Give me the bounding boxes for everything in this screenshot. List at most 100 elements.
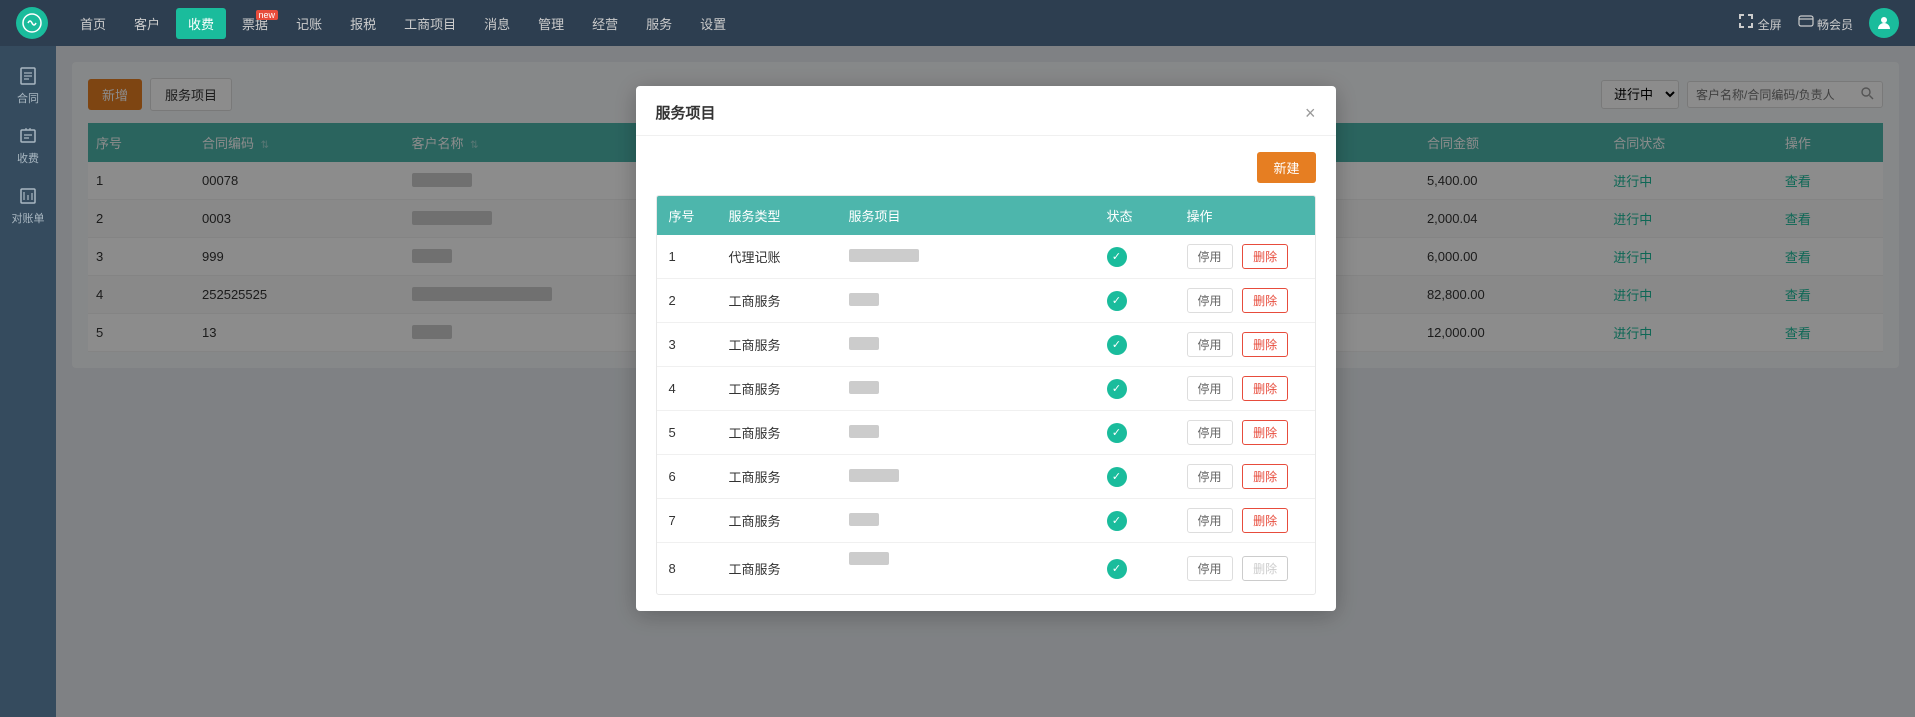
delete-btn[interactable]: 删除 <box>1242 332 1288 357</box>
sidebar-item-label: 合同 <box>17 90 39 106</box>
cell-type: 工商服务 <box>717 279 837 323</box>
cell-item: ██████1 <box>837 235 1095 279</box>
new-badge: new <box>256 10 279 20</box>
modal-toolbar: 新建 <box>656 152 1316 183</box>
cell-type: 工商服务 <box>717 499 837 543</box>
sidebar: 合同 收费 对账单 <box>0 46 56 717</box>
nav-item-customer[interactable]: 客户 <box>122 8 172 39</box>
member-btn[interactable]: 畅会员 <box>1798 13 1853 33</box>
stop-btn[interactable]: 停用 <box>1187 420 1233 445</box>
nav-item-settings[interactable]: 设置 <box>688 8 738 39</box>
cell-type: 代理记账 <box>717 235 837 279</box>
sidebar-item-statement[interactable]: 对账单 <box>0 176 56 236</box>
modal-body: 新建 序号 服务类型 服务项目 状态 操作 1 代理记账 <box>636 136 1336 611</box>
cell-index: 3 <box>657 323 717 367</box>
sidebar-item-label: 收费 <box>17 150 39 166</box>
list-item: 3 工商服务 ████ ✓ 停用 删除 <box>657 323 1315 367</box>
cell-actions: 停用 删除 <box>1175 367 1315 411</box>
cell-index: 7 <box>657 499 717 543</box>
cell-status: ✓ <box>1095 543 1175 595</box>
sidebar-item-contract[interactable]: 合同 <box>0 56 56 116</box>
delete-btn[interactable]: 删除 <box>1242 508 1288 533</box>
statement-icon <box>18 186 38 206</box>
nav-item-operation[interactable]: 经营 <box>580 8 630 39</box>
fullscreen-btn[interactable]: 全屏 <box>1738 13 1781 33</box>
stop-btn[interactable]: 停用 <box>1187 464 1233 489</box>
modal-col-status: 状态 <box>1095 196 1175 235</box>
modal-col-type: 服务类型 <box>717 196 837 235</box>
cell-index: 5 <box>657 411 717 455</box>
cell-status: ✓ <box>1095 411 1175 455</box>
status-icon: ✓ <box>1107 247 1127 267</box>
cell-type: 工商服务 <box>717 543 837 595</box>
cell-item: ████████ <box>837 455 1095 499</box>
nav-right: 全屏 畅会员 <box>1738 8 1899 38</box>
cell-item: ████ <box>837 323 1095 367</box>
cell-type: 工商服务 <box>717 367 837 411</box>
status-icon: ✓ <box>1107 559 1127 579</box>
cell-item: ████ <box>837 411 1095 455</box>
cell-item: ████注册 <box>837 543 1095 595</box>
cell-status: ✓ <box>1095 235 1175 279</box>
delete-btn[interactable]: 删除 <box>1242 464 1288 489</box>
modal-new-button[interactable]: 新建 <box>1257 152 1315 183</box>
nav-item-service[interactable]: 服务 <box>634 8 684 39</box>
cell-type: 工商服务 <box>717 455 837 499</box>
stop-btn[interactable]: 停用 <box>1187 376 1233 401</box>
cell-index: 1 <box>657 235 717 279</box>
service-modal: 服务项目 × 新建 序号 服务类型 服务项目 状态 操作 <box>636 86 1336 611</box>
stop-btn[interactable]: 停用 <box>1187 288 1233 313</box>
stop-btn[interactable]: 停用 <box>1187 508 1233 533</box>
list-item: 8 工商服务 ████注册 ✓ 停用 删除 <box>657 543 1315 595</box>
cell-actions: 停用 删除 <box>1175 235 1315 279</box>
nav-item-invoice[interactable]: 票据 new <box>230 8 280 39</box>
top-navigation: 首页 客户 收费 票据 new 记账 报税 工商项目 消息 管理 经营 服务 设… <box>0 0 1915 46</box>
cell-actions: 停用 删除 <box>1175 323 1315 367</box>
user-avatar[interactable] <box>1869 8 1899 38</box>
nav-item-home[interactable]: 首页 <box>68 8 118 39</box>
modal-title: 服务项目 <box>656 102 716 123</box>
nav-item-bookkeeping[interactable]: 记账 <box>284 8 334 39</box>
status-icon: ✓ <box>1107 467 1127 487</box>
cell-status: ✓ <box>1095 279 1175 323</box>
delete-btn[interactable]: 删除 <box>1242 420 1288 445</box>
nav-item-message[interactable]: 消息 <box>472 8 522 39</box>
cell-item: ████ <box>837 367 1095 411</box>
sidebar-item-billing[interactable]: 收费 <box>0 116 56 176</box>
list-item: 6 工商服务 ████████ ✓ 停用 删除 <box>657 455 1315 499</box>
sidebar-item-label: 对账单 <box>12 210 45 226</box>
delete-btn[interactable]: 删除 <box>1242 244 1288 269</box>
cell-actions: 停用 删除 <box>1175 543 1315 595</box>
cell-index: 8 <box>657 543 717 595</box>
modal-table-wrap: 序号 服务类型 服务项目 状态 操作 1 代理记账 ██████1 ✓ 停用 删… <box>656 195 1316 595</box>
billing-icon <box>18 126 38 146</box>
nav-item-billing[interactable]: 收费 <box>176 8 226 39</box>
cell-status: ✓ <box>1095 323 1175 367</box>
status-icon: ✓ <box>1107 291 1127 311</box>
nav-item-business[interactable]: 工商项目 <box>392 8 468 39</box>
stop-btn[interactable]: 停用 <box>1187 244 1233 269</box>
list-item: 4 工商服务 ████ ✓ 停用 删除 <box>657 367 1315 411</box>
delete-btn: 删除 <box>1242 556 1288 581</box>
cell-index: 6 <box>657 455 717 499</box>
stop-btn[interactable]: 停用 <box>1187 332 1233 357</box>
cell-status: ✓ <box>1095 499 1175 543</box>
list-item: 5 工商服务 ████ ✓ 停用 删除 <box>657 411 1315 455</box>
cell-type: 工商服务 <box>717 323 837 367</box>
nav-item-tax[interactable]: 报税 <box>338 8 388 39</box>
modal-header: 服务项目 × <box>636 86 1336 136</box>
delete-btn[interactable]: 删除 <box>1242 376 1288 401</box>
status-icon: ✓ <box>1107 335 1127 355</box>
modal-col-item: 服务项目 <box>837 196 1095 235</box>
modal-close-button[interactable]: × <box>1305 104 1316 122</box>
modal-col-index: 序号 <box>657 196 717 235</box>
delete-btn[interactable]: 删除 <box>1242 288 1288 313</box>
cell-actions: 停用 删除 <box>1175 279 1315 323</box>
list-item: 1 代理记账 ██████1 ✓ 停用 删除 <box>657 235 1315 279</box>
nav-item-manage[interactable]: 管理 <box>526 8 576 39</box>
cell-type: 工商服务 <box>717 411 837 455</box>
app-logo <box>16 7 48 39</box>
cell-status: ✓ <box>1095 455 1175 499</box>
status-icon: ✓ <box>1107 423 1127 443</box>
stop-btn[interactable]: 停用 <box>1187 556 1233 581</box>
